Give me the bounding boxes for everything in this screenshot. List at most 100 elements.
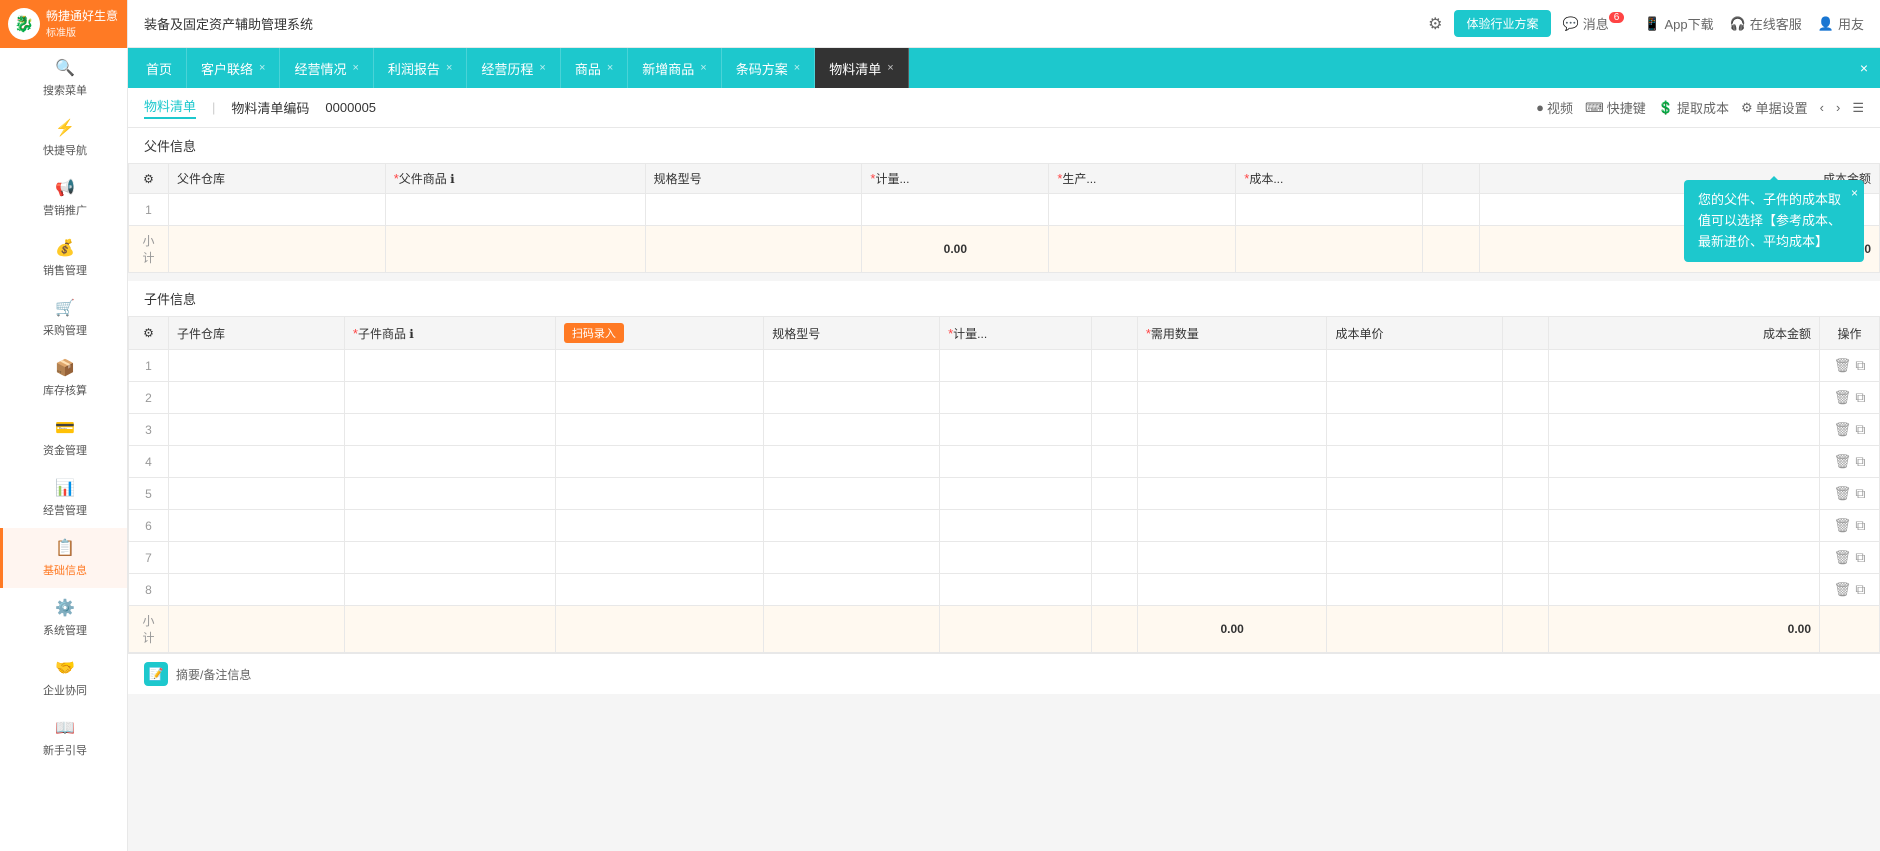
child-row-copy-2[interactable]: ⧉ — [1855, 389, 1865, 406]
child-row-spec-8[interactable] — [764, 574, 940, 606]
tab-profit-close[interactable]: × — [446, 62, 452, 74]
child-row-delete-5[interactable]: 🗑 — [1834, 485, 1852, 502]
child-row-warehouse-3[interactable] — [169, 414, 345, 446]
sub-tab-bom-code[interactable]: 物料清单编码 — [231, 98, 309, 117]
parent-row-produce-1[interactable] — [1049, 194, 1236, 226]
child-row-delete-1[interactable]: 🗑 — [1834, 357, 1852, 374]
child-row-need-qty-1[interactable] — [1137, 350, 1327, 382]
nav-menu[interactable]: ☰ — [1852, 100, 1864, 116]
child-row-spec-5[interactable] — [764, 478, 940, 510]
child-row-warehouse-5[interactable] — [169, 478, 345, 510]
tab-operations-close[interactable]: × — [352, 62, 358, 74]
child-row-need-qty-4[interactable] — [1137, 446, 1327, 478]
tab-new-goods[interactable]: 新增商品 × — [628, 48, 721, 88]
scan-button[interactable]: 扫码录入 — [564, 323, 624, 343]
tab-bom[interactable]: 物料清单 × — [815, 48, 908, 88]
child-row-warehouse-1[interactable] — [169, 350, 345, 382]
tab-profit[interactable]: 利润报告 × — [374, 48, 467, 88]
child-row-copy-7[interactable]: ⧉ — [1855, 549, 1865, 566]
user-action[interactable]: 👤 用友 — [1818, 14, 1864, 33]
child-row-delete-7[interactable]: 🗑 — [1834, 549, 1852, 566]
tab-goods-close[interactable]: × — [607, 62, 613, 74]
sub-tab-bom-list[interactable]: 物料清单 — [144, 96, 196, 119]
tab-history-close[interactable]: × — [539, 62, 545, 74]
sidebar-item-basic[interactable]: 📋 基础信息 — [0, 528, 127, 588]
child-row-unit-cost-8[interactable] — [1327, 574, 1503, 606]
tab-barcode[interactable]: 条码方案 × — [722, 48, 815, 88]
child-row-spec-4[interactable] — [764, 446, 940, 478]
child-row-qty-unit-6[interactable] — [940, 510, 1092, 542]
view-action[interactable]: ● 视频 — [1536, 98, 1573, 117]
child-row-qty-unit-8[interactable] — [940, 574, 1092, 606]
nav-prev[interactable]: ‹ — [1820, 100, 1824, 115]
child-row-qty-unit-5[interactable] — [940, 478, 1092, 510]
child-row-qty-unit-4[interactable] — [940, 446, 1092, 478]
tab-customers[interactable]: 客户联络 × — [187, 48, 280, 88]
child-row-copy-3[interactable]: ⧉ — [1855, 421, 1865, 438]
tab-new-goods-close[interactable]: × — [700, 62, 706, 74]
sidebar-item-marketing[interactable]: 📢 营销推广 — [0, 168, 127, 228]
child-row-need-qty-2[interactable] — [1137, 382, 1327, 414]
parent-row-warehouse-1[interactable] — [169, 194, 386, 226]
sidebar-item-system[interactable]: ⚙️ 系统管理 — [0, 588, 127, 648]
child-row-need-qty-8[interactable] — [1137, 574, 1327, 606]
sidebar-item-quicknav[interactable]: ⚡ 快捷导航 — [0, 108, 127, 168]
child-row-product-7[interactable] — [344, 542, 555, 574]
child-row-product-8[interactable] — [344, 574, 555, 606]
child-row-product-4[interactable] — [344, 446, 555, 478]
child-row-unit-cost-3[interactable] — [1327, 414, 1503, 446]
messages-action[interactable]: 💬 消息 6 — [1563, 14, 1629, 33]
child-row-unit-cost-4[interactable] — [1327, 446, 1503, 478]
parent-row-cost-1[interactable] — [1236, 194, 1423, 226]
child-row-product-6[interactable] — [344, 510, 555, 542]
child-row-copy-6[interactable]: ⧉ — [1855, 517, 1865, 534]
tab-goods[interactable]: 商品 × — [561, 48, 628, 88]
extract-cost-action[interactable]: 💲 提取成本 — [1658, 98, 1729, 117]
child-row-unit-cost-1[interactable] — [1327, 350, 1503, 382]
parent-row-spec-1[interactable] — [645, 194, 862, 226]
tab-barcode-close[interactable]: × — [794, 62, 800, 74]
nav-end-close[interactable]: × — [1852, 60, 1876, 76]
child-row-delete-2[interactable]: 🗑 — [1834, 389, 1852, 406]
settings-icon[interactable]: ⚙ — [1428, 14, 1442, 34]
child-col-settings[interactable]: ⚙ — [129, 317, 169, 350]
sidebar-item-guide[interactable]: 📖 新手引导 — [0, 708, 127, 768]
child-row-product-3[interactable] — [344, 414, 555, 446]
child-row-unit-cost-2[interactable] — [1327, 382, 1503, 414]
tab-operations[interactable]: 经营情况 × — [280, 48, 373, 88]
child-row-unit-cost-5[interactable] — [1327, 478, 1503, 510]
single-settings-action[interactable]: ⚙ 单据设置 — [1741, 98, 1808, 117]
sidebar-item-finance[interactable]: 💳 资金管理 — [0, 408, 127, 468]
sidebar-item-inventory[interactable]: 📦 库存核算 — [0, 348, 127, 408]
child-row-qty-unit-1[interactable] — [940, 350, 1092, 382]
child-row-product-5[interactable] — [344, 478, 555, 510]
child-row-need-qty-6[interactable] — [1137, 510, 1327, 542]
parent-col-settings[interactable]: ⚙ — [129, 164, 169, 194]
child-row-spec-1[interactable] — [764, 350, 940, 382]
child-row-qty-unit-3[interactable] — [940, 414, 1092, 446]
child-row-spec-3[interactable] — [764, 414, 940, 446]
child-row-qty-unit-7[interactable] — [940, 542, 1092, 574]
child-row-unit-cost-7[interactable] — [1327, 542, 1503, 574]
app-download-action[interactable]: 📱 App下载 — [1644, 14, 1713, 33]
child-row-product-1[interactable] — [344, 350, 555, 382]
child-row-warehouse-2[interactable] — [169, 382, 345, 414]
child-row-spec-2[interactable] — [764, 382, 940, 414]
child-row-warehouse-8[interactable] — [169, 574, 345, 606]
sidebar-item-purchase[interactable]: 🛒 采购管理 — [0, 288, 127, 348]
child-row-spec-7[interactable] — [764, 542, 940, 574]
child-row-need-qty-3[interactable] — [1137, 414, 1327, 446]
child-row-warehouse-6[interactable] — [169, 510, 345, 542]
tab-customers-close[interactable]: × — [259, 62, 265, 74]
tab-bom-close[interactable]: × — [887, 62, 893, 74]
parent-row-product-1[interactable] — [385, 194, 645, 226]
child-row-delete-3[interactable]: 🗑 — [1834, 421, 1852, 438]
parent-row-qty-1[interactable] — [862, 194, 1049, 226]
child-row-delete-8[interactable]: 🗑 — [1834, 581, 1852, 598]
tab-home[interactable]: 首页 — [132, 48, 187, 88]
child-row-warehouse-7[interactable] — [169, 542, 345, 574]
child-row-copy-4[interactable]: ⧉ — [1855, 453, 1865, 470]
child-row-delete-6[interactable]: 🗑 — [1834, 517, 1852, 534]
child-row-warehouse-4[interactable] — [169, 446, 345, 478]
child-row-unit-cost-6[interactable] — [1327, 510, 1503, 542]
